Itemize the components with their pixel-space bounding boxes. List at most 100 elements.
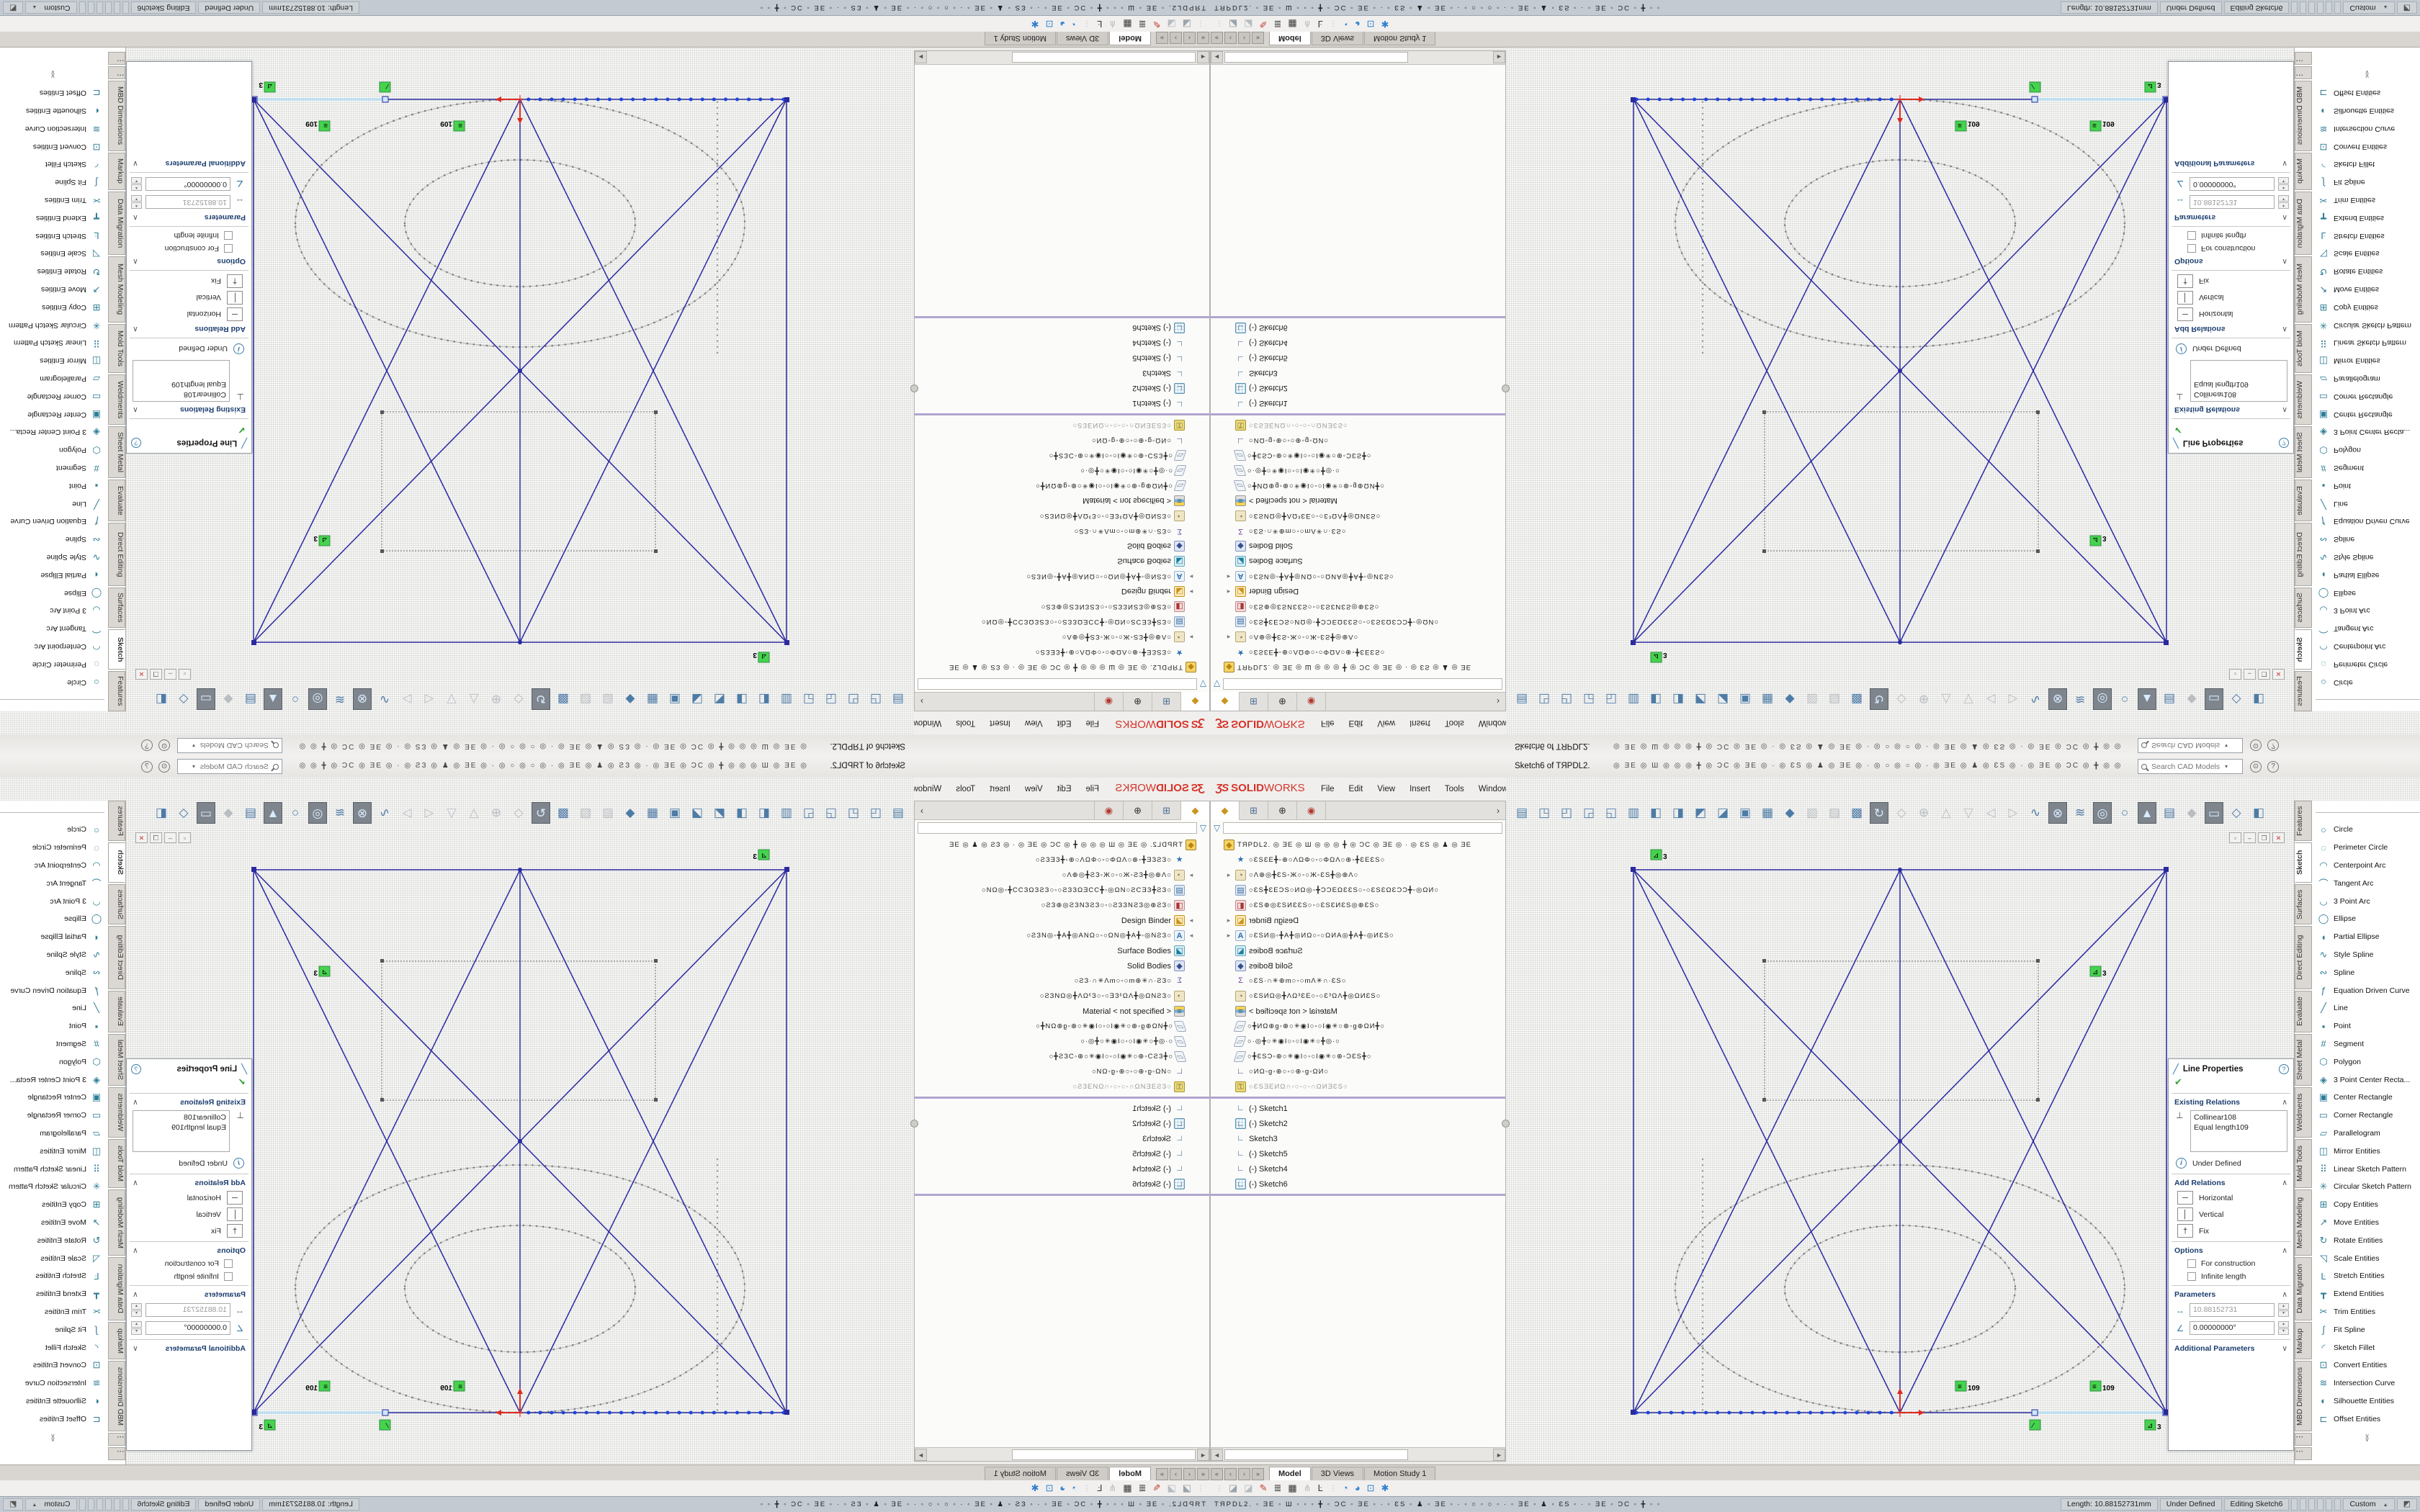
tool-line[interactable]: ╱Line [2314,999,2420,1017]
tool-silhouette-entities[interactable]: ◐Silhouette Entities [2314,1392,2420,1410]
tool-equation-driven-curve[interactable]: ƒEquation Driven Curve [2314,981,2420,999]
ok-check-icon[interactable]: ✔ [127,421,251,436]
tree-row[interactable]: ◔○ƐSИΩ◎╋ΛΩ³ƐE○◦○Ɛ³ΩΛ╋◎ΩИƐS○ [915,508,1209,523]
format-icon[interactable]: ◪ [1229,18,1237,30]
tool-rotate-entities[interactable]: ↻Rotate Entities [2314,263,2420,281]
tree-row[interactable]: ∟(-) Sketch2 [1211,381,1505,396]
tool-corner-rectangle[interactable]: ▭Corner Rectangle [0,1107,106,1125]
section-options[interactable]: Options∧ [127,255,251,268]
add-relation-vertical[interactable]: │Vertical [127,289,251,306]
tree-row[interactable]: ▱○·◎╋○✳◉I○◦○I◉✳○╋◎·○ [1211,1034,1505,1049]
propertymanager-tab[interactable]: ⊞ [1240,801,1268,820]
tool-line[interactable]: ╱Line [2314,495,2420,513]
minimize-button[interactable] [73,737,95,754]
tool-equation-driven-curve[interactable]: ƒEquation Driven Curve [0,981,106,999]
menu-edit[interactable]: Edit [1052,717,1077,729]
tool-point[interactable]: ▪Point [0,477,106,495]
checkbox[interactable] [2187,1272,2196,1281]
list-scroll-more-icon[interactable]: ∨∨ [0,1434,106,1441]
tool-centerpoint-arc[interactable]: ◠Centerpoint Arc [2314,857,2420,875]
menu-view[interactable]: View [1371,717,1401,729]
cm-tab-sheet-metal[interactable]: Sheet Metal [108,426,125,478]
spinner[interactable]: ▴▾ [2278,195,2289,209]
system-icon[interactable]: ⊡ [1367,1482,1375,1494]
cm-tab-markup[interactable]: Markup [2295,153,2312,190]
tool-offset-entities[interactable]: ⊏Offset Entities [0,1410,106,1428]
tool-circular-sketch-pattern[interactable]: ✳Circular Sketch Pattern [2314,1178,2420,1196]
format-icon[interactable]: ≣ [1139,18,1147,30]
scroll-right-icon[interactable]: ► [915,52,927,64]
scrollbar-thumb[interactable] [1012,1449,1196,1460]
scroll-left-icon[interactable]: ◄ [1197,52,1209,64]
tree-row[interactable]: ≡Material < not specified > [915,1004,1209,1019]
tree-row[interactable]: ▸◔○Λ⊕◎╋ƐS◦Ж○◦○Ж◦ƐS╋◎⊕Λ○ [1211,868,1505,883]
add-relation-horizontal[interactable]: ─Horizontal [2169,306,2293,323]
doc-window-icon[interactable]: ▫ [179,832,191,843]
tree-row[interactable]: ▱○╋ИΩ⊕g◦⊕○✳◉I○◦○I◉✳○⊕◦g⊕ΩИ╋○ [915,1019,1209,1034]
tree-row[interactable]: ▱○╋ƐSƆ◦⊕○✳◉I○◦○I◉✳○⊕◦ƆƐS╋○ [915,448,1209,463]
checkbox[interactable] [2187,1259,2196,1268]
status-custom[interactable]: Custom▲ [2343,1498,2394,1511]
tool-line[interactable]: ╱Line [0,495,106,513]
add-relation-fix[interactable]: †Fix [127,273,251,289]
tree-row[interactable]: ▸A○ƐSИ◎◦╋A╋◎ИΩ○◦○ΩИA◎╋A╋◦◎ИƐS○ [915,569,1209,584]
format-icon[interactable]: ⋔ [1304,1482,1312,1494]
rollback-bar[interactable] [915,1097,1209,1099]
tree-row[interactable]: ◆TЯPDL2. ◎ ƎE ◎ Ш ◎ ◎ ◎ ╋ ◎ ƆC ◎ ƎE ◎ · … [1211,837,1505,852]
relation-item[interactable]: Collinear108 [2194,390,2284,400]
format-icon[interactable]: ▦ [1288,18,1296,30]
checkbox[interactable] [224,244,233,253]
section-parameters[interactable]: Parameters∧ [2169,1288,2293,1301]
section-add-relations[interactable]: Add Relations∧ [127,323,251,336]
tool-linear-sketch-pattern[interactable]: ⠿Linear Sketch Pattern [2314,1160,2420,1178]
configurationmanager-tab[interactable]: ⊕ [1123,801,1152,820]
tool-center-rectangle[interactable]: ▣Center Rectangle [2314,1089,2420,1107]
status-custom[interactable]: Custom▲ [25,1498,76,1511]
tool-stretch-entities[interactable]: ĿStretch Entities [0,227,106,245]
tree-row[interactable]: ∟Sketch3 [915,1131,1209,1146]
menu-insert[interactable]: Insert [984,783,1016,795]
tool-partial-ellipse[interactable]: ◖Partial Ellipse [2314,928,2420,946]
add-relation-horizontal[interactable]: ─Horizontal [127,1189,251,1206]
cm-tab-⋮[interactable]: ⋮ [2295,1433,2312,1446]
tool-sketch-fillet[interactable]: ◜Sketch Fillet [2314,156,2420,174]
tool-offset-entities[interactable]: ⊏Offset Entities [2314,84,2420,102]
cm-tab-surfaces[interactable]: Surfaces [2295,588,2312,628]
rollback-bar[interactable] [915,1194,1209,1196]
relations-listbox[interactable]: Collinear108Equal length109 [133,1110,230,1152]
sketch-gray-rectangle[interactable] [382,961,655,1100]
tool-ellipse[interactable]: ◯Ellipse [2314,910,2420,928]
spinner[interactable]: ▴▾ [2278,177,2289,191]
cm-tab-sketch[interactable]: Sketch [2295,842,2312,883]
spinner[interactable]: ▴▾ [131,195,142,209]
tree-row[interactable]: ▱○╋ƐSƆ◦⊕○✳◉I○◦○I◉✳○⊕◦ƆƐS╋○ [915,1049,1209,1064]
close-button[interactable] [2383,758,2404,775]
tool-polygon[interactable]: ⬡Polygon [0,441,106,459]
tool-circle[interactable]: ○Circle [0,673,106,691]
format-icon[interactable]: Ŀ [1318,1482,1323,1494]
add-relation-horizontal[interactable]: ─Horizontal [127,306,251,323]
scroll-right-icon[interactable]: ► [915,1449,927,1461]
cm-tab-data-migration[interactable]: Data Migration [2295,192,2312,255]
search-input[interactable] [2150,762,2222,772]
doc-window-icon[interactable]: ❐ [150,832,162,843]
tree-row[interactable]: ▸◔○Λ⊕◎╋ƐS◦Ж○◦○Ж◦ƐS╋◎⊕Λ○ [915,629,1209,644]
format-icon[interactable]: ≣ [1274,18,1282,30]
tool-linear-sketch-pattern[interactable]: ⠿Linear Sketch Pattern [0,1160,106,1178]
tool-point[interactable]: ▪Point [2314,1017,2420,1035]
parameter-value[interactable]: 10.88152731 [2190,195,2275,209]
tool-copy-entities[interactable]: ⊞Copy Entities [0,298,106,316]
close-button[interactable] [2383,737,2404,754]
tree-row[interactable]: ★○ƐSƐE╋◦⊕○ΛΩΦ○◦○ΦΩΛ○⊕◦╋ƐEƐS○ [915,644,1209,660]
tool-parallelogram[interactable]: ▱Parallelogram [0,1125,106,1143]
tool-line[interactable]: ╱Line [0,999,106,1017]
section-add-relations[interactable]: Add Relations∧ [2169,323,2293,336]
rollback-bar[interactable] [1211,1097,1505,1099]
cm-tab-⋮[interactable]: ⋮ [2295,66,2312,79]
cm-tab-weldments[interactable]: Weldments [108,374,125,425]
tool-circle[interactable]: ○Circle [2314,673,2420,691]
close-button[interactable] [16,758,37,775]
spinner[interactable]: ▴▾ [2278,1303,2289,1317]
menu-tools[interactable]: Tools [1439,717,1470,729]
cm-tab-sheet-metal[interactable]: Sheet Metal [2295,426,2312,478]
